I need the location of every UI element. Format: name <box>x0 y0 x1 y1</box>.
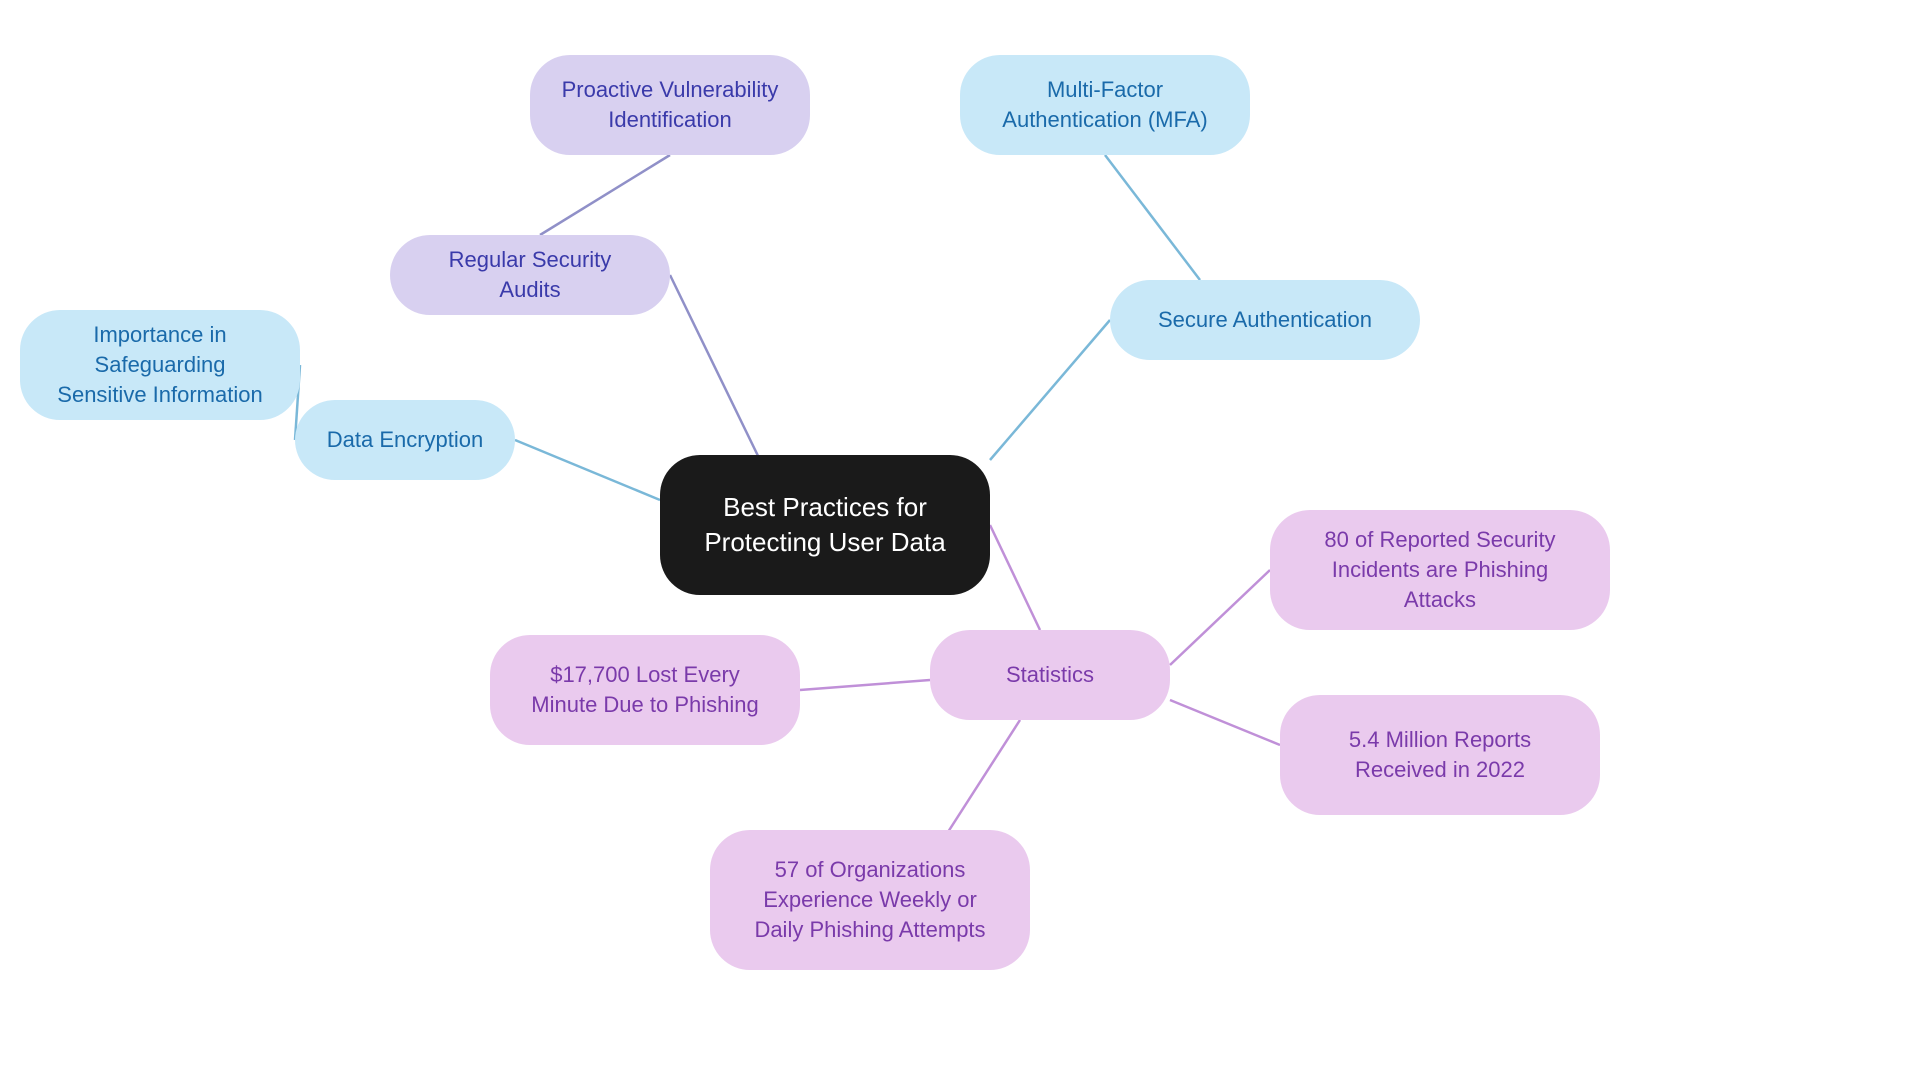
54million-reports-node: 5.4 Million Reports Received in 2022 <box>1280 695 1600 815</box>
center-node: Best Practices for Protecting User Data <box>660 455 990 595</box>
regular-security-label: Regular Security Audits <box>418 245 642 304</box>
importance-node: Importance in Safeguarding Sensitive Inf… <box>20 310 300 420</box>
center-label: Best Practices for Protecting User Data <box>688 490 962 560</box>
57pct-label: 57 of Organizations Experience Weekly or… <box>738 855 1002 944</box>
54million-label: 5.4 Million Reports Received in 2022 <box>1308 725 1572 784</box>
statistics-node: Statistics <box>930 630 1170 720</box>
data-encryption-node: Data Encryption <box>295 400 515 480</box>
mfa-label: Multi-Factor Authentication (MFA) <box>988 75 1222 134</box>
80pct-phishing-node: 80 of Reported Security Incidents are Ph… <box>1270 510 1610 630</box>
data-encryption-label: Data Encryption <box>327 425 484 455</box>
secure-auth-label: Secure Authentication <box>1158 305 1372 335</box>
17700-label: $17,700 Lost Every Minute Due to Phishin… <box>518 660 772 719</box>
80pct-label: 80 of Reported Security Incidents are Ph… <box>1298 525 1582 614</box>
proactive-vulnerability-node: Proactive Vulnerability Identification <box>530 55 810 155</box>
statistics-label: Statistics <box>1006 660 1094 690</box>
secure-authentication-node: Secure Authentication <box>1110 280 1420 360</box>
importance-label: Importance in Safeguarding Sensitive Inf… <box>48 320 272 409</box>
57pct-organizations-node: 57 of Organizations Experience Weekly or… <box>710 830 1030 970</box>
proactive-label: Proactive Vulnerability Identification <box>558 75 782 134</box>
mfa-node: Multi-Factor Authentication (MFA) <box>960 55 1250 155</box>
regular-security-audits-node: Regular Security Audits <box>390 235 670 315</box>
17700-lost-node: $17,700 Lost Every Minute Due to Phishin… <box>490 635 800 745</box>
